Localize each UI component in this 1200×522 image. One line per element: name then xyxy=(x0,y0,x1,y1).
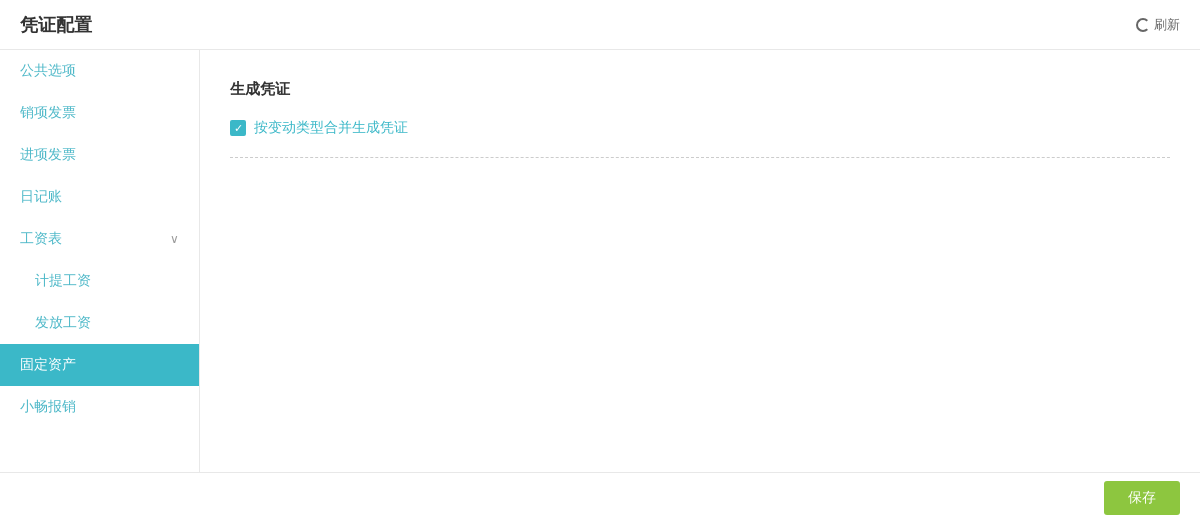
sidebar-item-public[interactable]: 公共选项 xyxy=(0,50,199,92)
refresh-label: 刷新 xyxy=(1154,16,1180,34)
refresh-button[interactable]: 刷新 xyxy=(1136,16,1180,34)
sidebar-item-purchase-invoice[interactable]: 进项发票 xyxy=(0,134,199,176)
sidebar-item-expense[interactable]: 小畅报销 xyxy=(0,386,199,428)
footer: 保存 xyxy=(0,472,1200,522)
main-layout: 公共选项销项发票进项发票日记账工资表 ∨ 计提工资发放工资固定资产小畅报销 生成凭证… xyxy=(0,50,1200,472)
sidebar-item-journal[interactable]: 日记账 xyxy=(0,176,199,218)
sidebar: 公共选项销项发票进项发票日记账工资表 ∨ 计提工资发放工资固定资产小畅报销 xyxy=(0,50,200,472)
sidebar-item-payroll[interactable]: 工资表 ∨ xyxy=(0,218,199,260)
save-button[interactable]: 保存 xyxy=(1104,481,1180,515)
header: 凭证配置 刷新 xyxy=(0,0,1200,50)
checkbox-row: 按变动类型合并生成凭证 xyxy=(230,119,1170,137)
sidebar-item-payout[interactable]: 发放工资 xyxy=(0,302,199,344)
sidebar-item-fixed-assets[interactable]: 固定资产 xyxy=(0,344,199,386)
sidebar-item-label: 公共选项 xyxy=(20,62,76,80)
sidebar-item-label: 进项发票 xyxy=(20,146,76,164)
refresh-icon xyxy=(1136,18,1150,32)
sidebar-item-accrual[interactable]: 计提工资 xyxy=(0,260,199,302)
sidebar-item-label: 计提工资 xyxy=(35,272,91,290)
sidebar-item-label: 发放工资 xyxy=(35,314,91,332)
page-title: 凭证配置 xyxy=(20,13,92,37)
section-title: 生成凭证 xyxy=(230,80,1170,99)
divider xyxy=(230,157,1170,158)
chevron-down-icon: ∨ xyxy=(170,232,179,246)
checkbox-label[interactable]: 按变动类型合并生成凭证 xyxy=(254,119,408,137)
sidebar-item-label: 销项发票 xyxy=(20,104,76,122)
sidebar-item-label: 固定资产 xyxy=(20,356,76,374)
sidebar-item-label: 工资表 xyxy=(20,230,62,248)
content-area: 生成凭证 按变动类型合并生成凭证 xyxy=(200,50,1200,472)
merge-checkbox[interactable] xyxy=(230,120,246,136)
sidebar-item-label: 日记账 xyxy=(20,188,62,206)
sidebar-item-sales-invoice[interactable]: 销项发票 xyxy=(0,92,199,134)
sidebar-item-label: 小畅报销 xyxy=(20,398,76,416)
